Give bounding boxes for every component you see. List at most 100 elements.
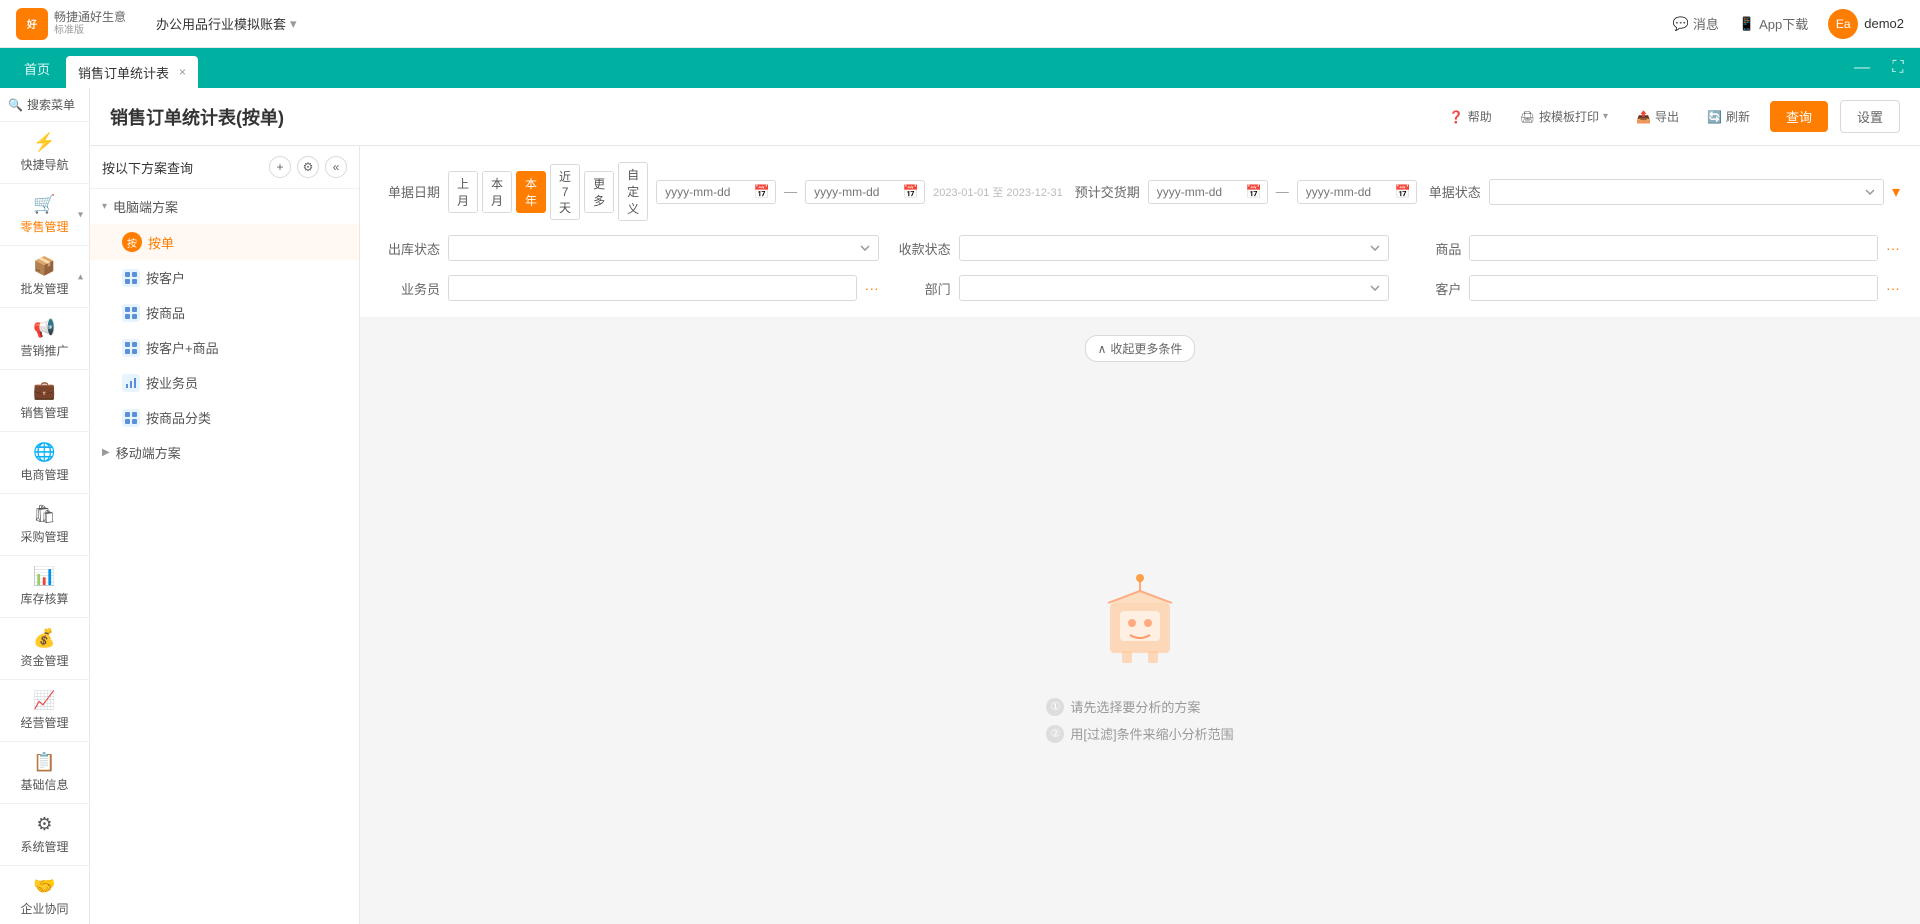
date-to-input[interactable] <box>805 180 925 204</box>
main-layout: 🔍 搜索菜单 ⚡ 快捷导航 🛒 零售管理 ▾ 📦 批发管理 ▴ 📢 营销推广 💼… <box>0 88 1920 924</box>
tab-close-button[interactable]: × <box>179 65 186 79</box>
sidebar-item-shortcuts[interactable]: ⚡ 快捷导航 <box>0 122 89 184</box>
tab-bar-actions: — ⛶ <box>1848 54 1912 82</box>
payment-status-select[interactable] <box>959 235 1390 261</box>
delivery-from-input[interactable] <box>1148 180 1268 204</box>
sidebar-item-system[interactable]: ⚙ 系统管理 <box>0 804 89 866</box>
by-customer-goods-icon <box>122 339 140 357</box>
query-button[interactable]: 查询 <box>1770 101 1828 132</box>
sidebar-item-basic[interactable]: 📋 基础信息 <box>0 742 89 804</box>
goods-cell: 商品 ··· <box>1401 235 1900 261</box>
marketing-icon: 📢 <box>33 318 55 339</box>
delivery-status-select[interactable] <box>448 235 879 261</box>
filter-row-2: 出库状态 收款状态 商品 <box>380 235 1900 261</box>
collapse-bar[interactable]: ∧ 收起更多条件 <box>360 325 1920 372</box>
delivery-to-input[interactable] <box>1297 180 1417 204</box>
delivery-to-wrap: 📅 <box>1297 180 1417 204</box>
scheme-item-by-customer[interactable]: 按客户 <box>90 260 359 295</box>
scheme-category-mobile[interactable]: ▶ 移动端方案 <box>90 435 359 470</box>
sidebar-item-search[interactable]: 🔍 搜索菜单 <box>0 88 89 122</box>
scheme-item-by-salesman[interactable]: 按业务员 <box>90 365 359 400</box>
date-btn-last-7-days[interactable]: 近7天 <box>550 164 580 220</box>
date-range-text: 2023-01-01 至 2023-12-31 <box>933 184 1063 200</box>
date-btn-this-year[interactable]: 本年 <box>516 171 546 213</box>
sidebar-item-retail[interactable]: 🛒 零售管理 ▾ <box>0 184 89 246</box>
sidebar-item-marketing[interactable]: 📢 营销推广 <box>0 308 89 370</box>
date-btn-last-month[interactable]: 上月 <box>448 171 478 213</box>
settings-button[interactable]: 设置 <box>1840 100 1900 133</box>
collapse-button[interactable]: ∧ 收起更多条件 <box>1085 335 1196 362</box>
by-goods-icon <box>122 304 140 322</box>
sidebar-item-wholesale[interactable]: 📦 批发管理 ▴ <box>0 246 89 308</box>
scheme-item-by-goods-category[interactable]: 按商品分类 <box>90 400 359 435</box>
tab-maximize-button[interactable]: ⛶ <box>1884 54 1912 82</box>
scheme-settings-button[interactable]: ⚙ <box>297 156 319 178</box>
help-icon: ❓ <box>1449 110 1464 124</box>
scheme-item-by-goods[interactable]: 按商品 <box>90 295 359 330</box>
scheme-add-button[interactable]: + <box>269 156 291 178</box>
sidebar: 🔍 搜索菜单 ⚡ 快捷导航 🛒 零售管理 ▾ 📦 批发管理 ▴ 📢 营销推广 💼… <box>0 88 90 924</box>
dept-select[interactable] <box>959 275 1390 301</box>
breadcrumb-arrow-icon[interactable]: ▾ <box>290 16 297 32</box>
goods-input[interactable] <box>1469 235 1878 261</box>
help-button[interactable]: ❓ 帮助 <box>1441 104 1500 129</box>
collapse-icon: ∧ <box>1098 342 1107 356</box>
customer-input[interactable] <box>1469 275 1878 301</box>
tip-num-1: ① <box>1046 698 1064 716</box>
date-from-input[interactable] <box>656 180 776 204</box>
date-btn-custom[interactable]: 自定义 <box>618 162 648 221</box>
date-label: 单据日期 <box>380 182 440 201</box>
salesman-input[interactable] <box>448 275 857 301</box>
delivery-status-label: 出库状态 <box>380 239 440 258</box>
ecommerce-icon: 🌐 <box>33 442 55 463</box>
sidebar-item-ecommerce[interactable]: 🌐 电商管理 <box>0 432 89 494</box>
collapse-label: 收起更多条件 <box>1110 340 1182 357</box>
salesman-dots[interactable]: ··· <box>865 280 879 296</box>
tab-active[interactable]: 销售订单统计表 × <box>66 56 198 88</box>
date-btn-this-month[interactable]: 本月 <box>482 171 512 213</box>
basic-icon: 📋 <box>33 752 55 773</box>
message-icon: 💬 <box>1673 16 1689 32</box>
empty-tip-1: ① 请先选择要分析的方案 <box>1046 697 1233 716</box>
customer-dots[interactable]: ··· <box>1886 280 1900 296</box>
tab-minimize-button[interactable]: — <box>1848 54 1876 82</box>
order-status-select[interactable] <box>1489 179 1884 205</box>
top-bar: 好 畅捷通好生意 标准版 办公用品行业模拟账套 ▾ 💬 消息 📱 App下载 E… <box>0 0 1920 48</box>
scheme-item-by-customer-goods[interactable]: 按客户+商品 <box>90 330 359 365</box>
sidebar-item-enterprise[interactable]: 🤝 企业协同 <box>0 866 89 924</box>
sales-icon: 💼 <box>33 380 55 401</box>
page-actions: ❓ 帮助 🖨 按模板打印 ▾ 📤 导出 🔄 刷新 查询 <box>1441 100 1900 133</box>
user-name: demo2 <box>1864 16 1904 31</box>
purchase-icon: 🛍 <box>33 504 56 525</box>
tab-home[interactable]: 首页 <box>8 48 66 88</box>
empty-illustration <box>1080 553 1200 673</box>
date-shortcuts: 上月 本月 本年 近7天 更多 自定义 <box>448 162 648 221</box>
sidebar-item-finance[interactable]: 💰 资金管理 <box>0 618 89 680</box>
inventory-icon: 📊 <box>33 566 55 587</box>
empty-state: ① 请先选择要分析的方案 ② 用[过滤]条件来缩小分析范围 <box>360 372 1920 924</box>
empty-tips: ① 请先选择要分析的方案 ② 用[过滤]条件来缩小分析范围 <box>1046 697 1233 743</box>
sidebar-item-operations[interactable]: 📈 经营管理 <box>0 680 89 742</box>
date-btn-more[interactable]: 更多 <box>584 171 614 213</box>
scheme-item-by-order[interactable]: 按 按单 <box>90 224 359 260</box>
svg-text:好: 好 <box>26 18 37 31</box>
inner-layout: 按以下方案查询 + ⚙ « ▾ <box>90 146 1920 924</box>
scheme-category-pc[interactable]: ▾ 电脑端方案 <box>90 189 359 224</box>
status-dropdown-icon[interactable]: ▾ <box>1892 182 1900 202</box>
sidebar-item-inventory[interactable]: 📊 库存核算 <box>0 556 89 618</box>
template-print-button[interactable]: 🖨 按模板打印 ▾ <box>1512 104 1616 129</box>
sidebar-item-sales[interactable]: 💼 销售管理 <box>0 370 89 432</box>
user-area[interactable]: Ea demo2 <box>1828 9 1904 39</box>
scheme-header-label: 按以下方案查询 <box>102 158 193 177</box>
export-button[interactable]: 📤 导出 <box>1628 104 1687 129</box>
logo-area: 好 畅捷通好生意 标准版 <box>16 8 126 40</box>
goods-dots[interactable]: ··· <box>1886 240 1900 256</box>
app-download-action[interactable]: 📱 App下载 <box>1739 14 1808 33</box>
message-action[interactable]: 💬 消息 <box>1673 14 1719 33</box>
sidebar-item-purchase[interactable]: 🛍 采购管理 <box>0 494 89 556</box>
refresh-button[interactable]: 🔄 刷新 <box>1699 104 1758 129</box>
breadcrumb: 办公用品行业模拟账套 ▾ <box>156 14 297 33</box>
scheme-collapse-button[interactable]: « <box>325 156 347 178</box>
by-goods-category-icon <box>122 409 140 427</box>
export-icon: 📤 <box>1636 110 1651 124</box>
